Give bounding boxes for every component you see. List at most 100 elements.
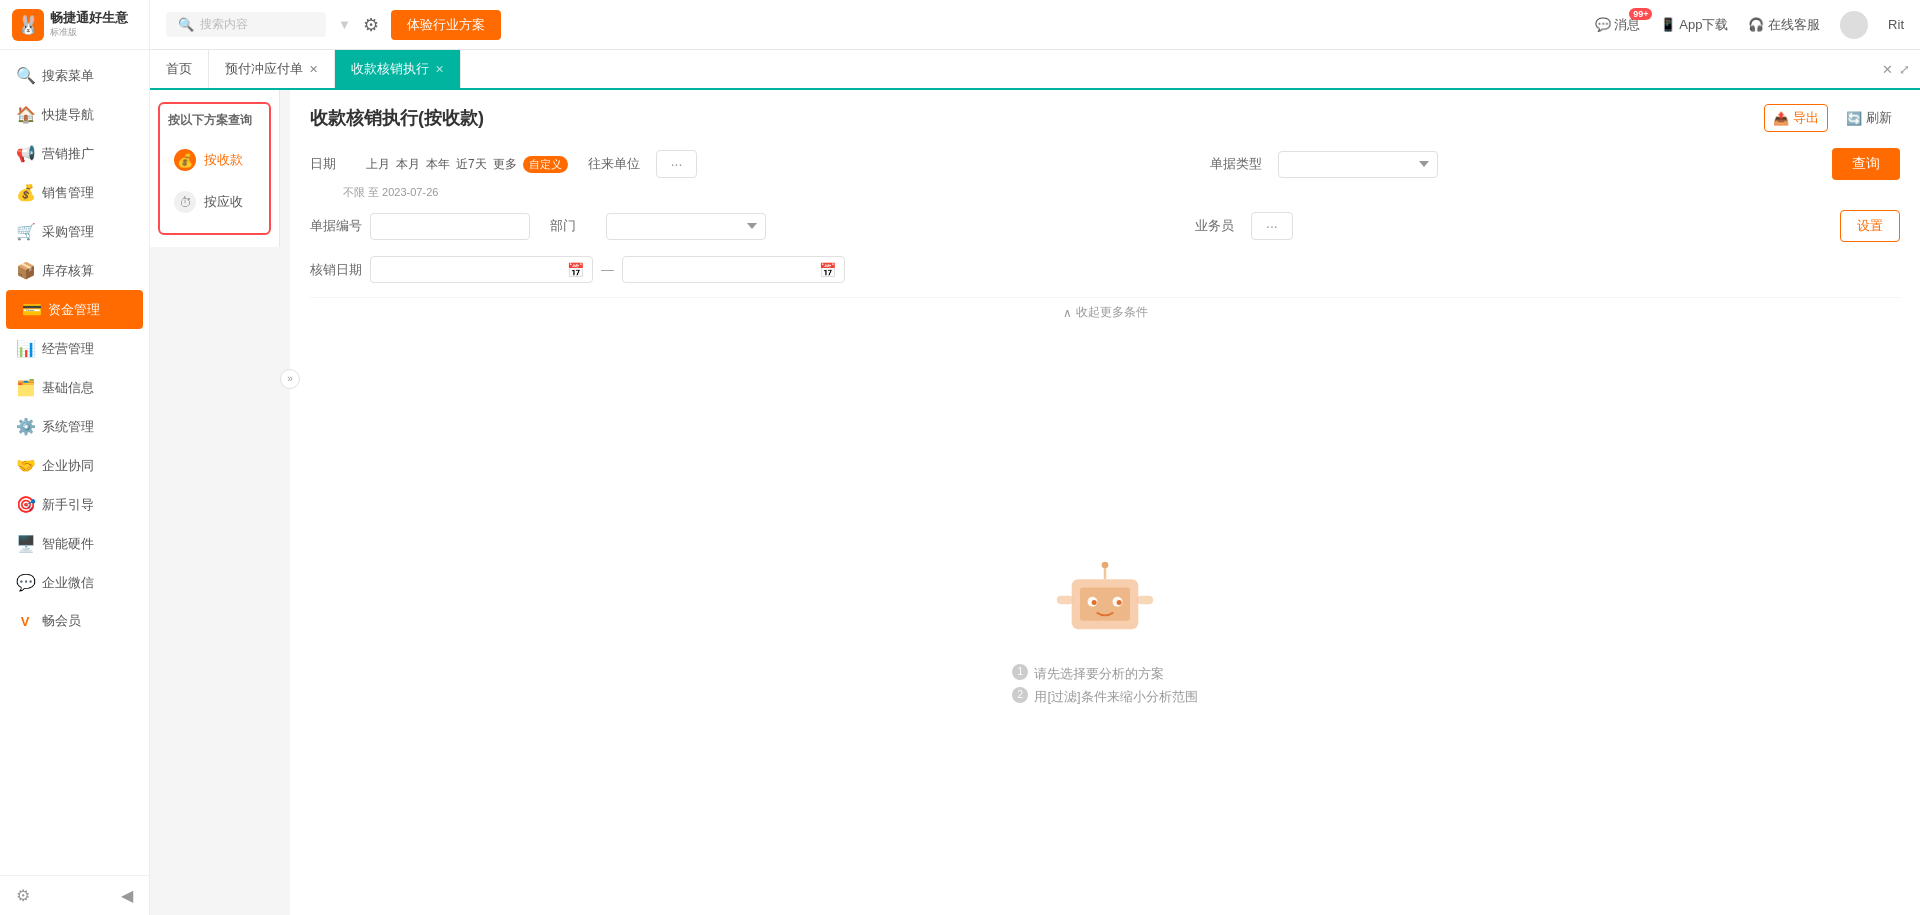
- sidebar-item-purchase[interactable]: 🛒 采购管理: [0, 212, 149, 251]
- settings-button[interactable]: 设置: [1840, 210, 1900, 242]
- search-icon: 🔍: [178, 17, 194, 32]
- receivable-icon: ⏱: [174, 191, 196, 213]
- export-icon: 📤: [1773, 111, 1789, 126]
- divider-icon: ▼: [338, 17, 351, 32]
- sidebar-item-basic[interactable]: 🗂️ 基础信息: [0, 368, 149, 407]
- collapse-conditions[interactable]: ∧ 收起更多条件: [310, 297, 1900, 327]
- date-more[interactable]: 更多: [493, 156, 517, 173]
- solution-button[interactable]: 体验行业方案: [391, 10, 501, 40]
- staff-field: 业务员 ···: [1195, 212, 1820, 240]
- dept-select[interactable]: [606, 213, 766, 240]
- counterpart-select-btn[interactable]: ···: [656, 150, 698, 178]
- tab-prepay-label: 预付冲应付单: [225, 60, 303, 78]
- date-7days[interactable]: 近7天: [456, 156, 487, 173]
- verification-date-start-input[interactable]: 2023-03-01 📅: [370, 256, 593, 283]
- sidebar-item-operation[interactable]: 📊 经营管理: [0, 329, 149, 368]
- sidebar-item-inventory[interactable]: 📦 库存核算: [0, 251, 149, 290]
- date-start-input[interactable]: 2023-03-01: [371, 257, 559, 282]
- sidebar-item-label: 资金管理: [48, 301, 100, 319]
- search-form-area: 收款核销执行(按收款) 📤 导出 🔄 刷新 日期: [290, 90, 1920, 915]
- doc-type-select[interactable]: [1278, 151, 1438, 178]
- svg-point-4: [1092, 600, 1097, 605]
- sidebar-item-enterprise[interactable]: 🤝 企业协同: [0, 446, 149, 485]
- filter-by-collection[interactable]: 💰 按收款: [164, 141, 265, 179]
- staff-select-btn[interactable]: ···: [1251, 212, 1293, 240]
- tab-collection-close-icon[interactable]: ✕: [435, 63, 444, 76]
- empty-illustration: [1055, 550, 1155, 650]
- svg-rect-8: [1057, 595, 1074, 603]
- tab-prepay[interactable]: 预付冲应付单 ✕: [209, 50, 335, 88]
- user-avatar[interactable]: [1840, 11, 1868, 39]
- close-tab-icon[interactable]: ✕: [1882, 62, 1893, 77]
- doc-type-field: 单据类型: [1210, 151, 1812, 178]
- gear-icon[interactable]: ⚙: [363, 14, 379, 36]
- sidebar-item-marketing[interactable]: 📢 营销推广: [0, 134, 149, 173]
- filter-border: 按以下方案查询 💰 按收款 ⏱ 按应收: [158, 102, 271, 235]
- empty-tips: 1 请先选择要分析的方案 2 用[过滤]条件来缩小分析范围: [1012, 662, 1197, 709]
- counterpart-label: 往来单位: [588, 155, 648, 173]
- global-search[interactable]: 🔍 搜索内容: [166, 12, 326, 37]
- sidebar-item-wechat[interactable]: 💬 企业微信: [0, 563, 149, 602]
- filter-by-receivable[interactable]: ⏱ 按应收: [164, 183, 265, 221]
- logo-icon: 🐰: [12, 9, 44, 41]
- refresh-button[interactable]: 🔄 刷新: [1838, 105, 1900, 131]
- form-row-3: 核销日期 2023-03-01 📅 — 2023-07-21 📅: [310, 256, 1900, 283]
- expand-tab-icon[interactable]: ⤢: [1899, 62, 1910, 77]
- collapse-filter-icon[interactable]: »: [280, 369, 300, 389]
- search-placeholder: 搜索内容: [200, 16, 248, 33]
- verification-date-end-input[interactable]: 2023-07-21 📅: [622, 256, 845, 283]
- guide-icon: 🎯: [16, 495, 34, 514]
- sidebar-item-finance[interactable]: 💳 资金管理: [6, 290, 143, 329]
- tab-collection[interactable]: 收款核销执行 ✕: [335, 50, 461, 88]
- sidebar-item-guide[interactable]: 🎯 新手引导: [0, 485, 149, 524]
- tab-spacer: [461, 50, 1872, 88]
- chevron-up-icon: ∧: [1063, 306, 1072, 320]
- online-service-button[interactable]: 🎧 在线客服: [1748, 16, 1820, 34]
- staff-label: 业务员: [1195, 217, 1243, 235]
- date-last-month[interactable]: 上月: [366, 156, 390, 173]
- sidebar-footer: ⚙ ◀: [0, 875, 149, 915]
- hardware-icon: 🖥️: [16, 534, 34, 553]
- sidebar-item-label: 企业协同: [42, 457, 94, 475]
- tab-prepay-close-icon[interactable]: ✕: [309, 63, 318, 76]
- marketing-icon: 📢: [16, 144, 34, 163]
- sidebar-item-label: 系统管理: [42, 418, 94, 436]
- date-this-month[interactable]: 本月: [396, 156, 420, 173]
- wechat-icon: 💬: [16, 573, 34, 592]
- calendar-end-icon[interactable]: 📅: [811, 258, 844, 282]
- sidebar-item-label: 搜索菜单: [42, 67, 94, 85]
- content-area: 按以下方案查询 💰 按收款 ⏱ 按应收 » 收款核销执行(按收款): [150, 90, 1920, 915]
- filter-receivable-label: 按应收: [204, 193, 243, 211]
- svg-point-7: [1102, 561, 1109, 568]
- main-area: 🔍 搜索内容 ▼ ⚙ 体验行业方案 💬 消息 99+ 📱 App下载 🎧 在线客…: [150, 0, 1920, 915]
- form-row-2: 单据编号 部门 业务员 ··· 设置: [310, 210, 1900, 242]
- date-end-input[interactable]: 2023-07-21: [623, 257, 811, 282]
- home-icon: 🏠: [16, 105, 34, 124]
- dept-label: 部门: [550, 217, 598, 235]
- settings-icon[interactable]: ⚙: [16, 886, 30, 905]
- form-row-1: 日期 上月 本月 本年 近7天 更多 自定义 往来单位 ···: [310, 148, 1900, 180]
- doc-no-input[interactable]: [370, 213, 530, 240]
- refresh-icon: 🔄: [1846, 111, 1862, 126]
- sidebar-item-member[interactable]: V 畅会员: [0, 602, 149, 640]
- query-button[interactable]: 查询: [1832, 148, 1900, 180]
- tip-text-2: 用[过滤]条件来缩小分析范围: [1034, 685, 1197, 708]
- collapse-sidebar-icon[interactable]: ◀: [121, 886, 133, 905]
- export-button[interactable]: 📤 导出: [1764, 104, 1828, 132]
- tab-home[interactable]: 首页: [150, 50, 209, 88]
- custom-date-badge[interactable]: 自定义: [523, 156, 568, 173]
- tab-bar: 首页 预付冲应付单 ✕ 收款核销执行 ✕ ✕ ⤢: [150, 50, 1920, 90]
- sidebar-item-search[interactable]: 🔍 搜索菜单: [0, 56, 149, 95]
- filter-panel-title: 按以下方案查询: [164, 112, 265, 129]
- app-download-button[interactable]: 📱 App下载: [1660, 16, 1728, 34]
- date-field: 日期 上月 本月 本年 近7天 更多 自定义: [310, 155, 568, 173]
- sidebar-item-sales[interactable]: 💰 销售管理: [0, 173, 149, 212]
- tip-text-1: 请先选择要分析的方案: [1034, 662, 1164, 685]
- sidebar-item-hardware[interactable]: 🖥️ 智能硬件: [0, 524, 149, 563]
- page-header: 收款核销执行(按收款) 📤 导出 🔄 刷新: [290, 90, 1920, 132]
- date-this-year[interactable]: 本年: [426, 156, 450, 173]
- sidebar-item-system[interactable]: ⚙️ 系统管理: [0, 407, 149, 446]
- calendar-icon[interactable]: 📅: [559, 258, 592, 282]
- message-button[interactable]: 💬 消息 99+: [1595, 16, 1641, 34]
- sidebar-item-quick-nav[interactable]: 🏠 快捷导航: [0, 95, 149, 134]
